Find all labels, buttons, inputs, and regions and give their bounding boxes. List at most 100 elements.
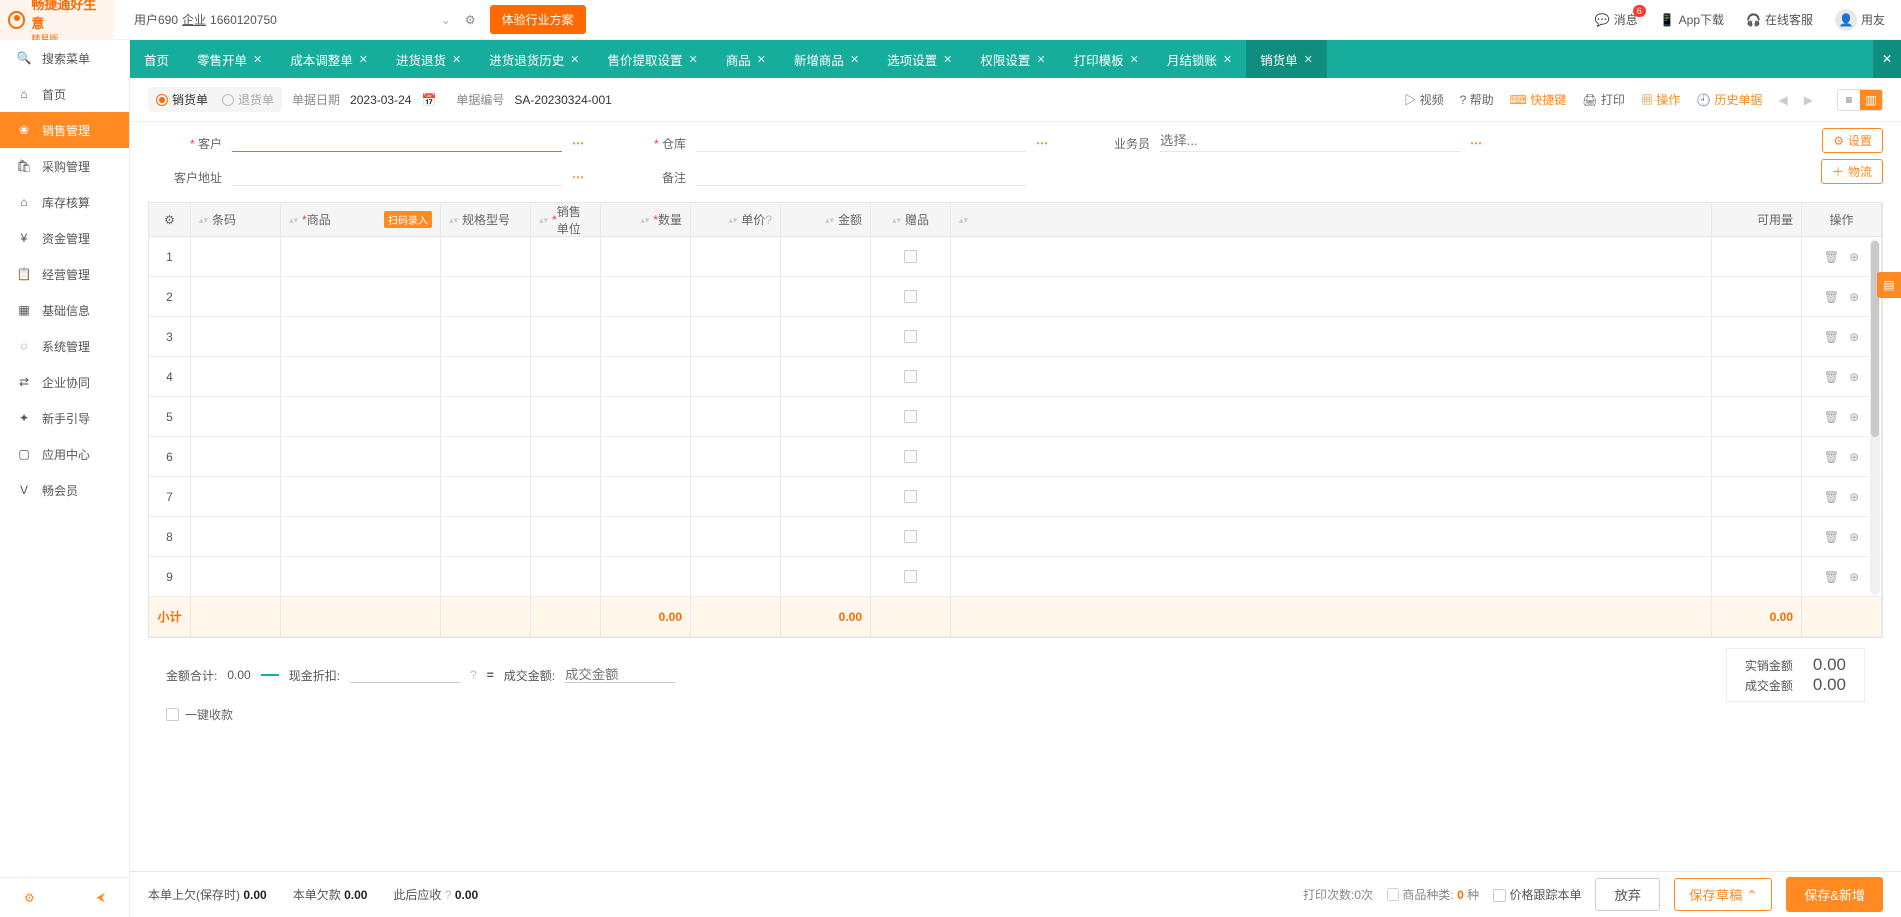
delete-icon[interactable]: 🗑 — [1824, 530, 1839, 544]
cell-amount[interactable] — [781, 317, 871, 356]
scan-tag[interactable]: 扫码录入 — [384, 211, 432, 228]
radio-sale[interactable]: 销货单 — [156, 91, 208, 108]
customer-input[interactable] — [232, 130, 562, 152]
side-float-button[interactable]: ▤ — [1877, 272, 1901, 298]
cell-amount[interactable] — [781, 517, 871, 556]
cell-unit[interactable] — [531, 317, 601, 356]
cell-spec[interactable] — [441, 437, 531, 476]
card-view-icon[interactable]: ▥ — [1860, 90, 1882, 110]
close-icon[interactable]: ✕ — [452, 53, 461, 66]
th-qty[interactable]: ▴▾*数量 — [601, 203, 691, 236]
tab-options[interactable]: 选项设置✕ — [873, 40, 966, 78]
cell-unit[interactable] — [531, 477, 601, 516]
copy-icon[interactable]: ⊕ — [1849, 490, 1859, 504]
cell-qty[interactable] — [601, 477, 691, 516]
cell-amount[interactable] — [781, 437, 871, 476]
help-link[interactable]: ? 帮助 — [1460, 91, 1494, 108]
cell-amount[interactable] — [781, 277, 871, 316]
copy-icon[interactable]: ⊕ — [1849, 570, 1859, 584]
th-available[interactable]: 可用量 — [1712, 203, 1802, 236]
cell-gift[interactable] — [871, 277, 951, 316]
tab-print-template[interactable]: 打印模板✕ — [1060, 40, 1153, 78]
cell-qty[interactable] — [601, 517, 691, 556]
table-row[interactable]: 3🗑⊕ — [149, 317, 1882, 357]
cell-gift[interactable] — [871, 437, 951, 476]
tab-goods[interactable]: 商品✕ — [712, 40, 780, 78]
cell-barcode[interactable] — [191, 517, 281, 556]
th-config[interactable]: ⚙ — [149, 203, 191, 236]
cell-price[interactable] — [691, 437, 781, 476]
cell-gift[interactable] — [871, 317, 951, 356]
user-menu[interactable]: 👤用友 — [1835, 9, 1885, 31]
app-download-link[interactable]: 📱App下载 — [1660, 11, 1724, 28]
sidebar-item-sales[interactable]: ❀销售管理 — [0, 112, 129, 148]
cell-price[interactable] — [691, 277, 781, 316]
help-icon[interactable]: ? — [445, 888, 452, 902]
cell-amount[interactable] — [781, 557, 871, 596]
sidebar-item-finance[interactable]: ¥资金管理 — [0, 220, 129, 256]
cell-price[interactable] — [691, 357, 781, 396]
cell-gift[interactable] — [871, 397, 951, 436]
th-amount[interactable]: ▴▾金额 — [781, 203, 871, 236]
cell-qty[interactable] — [601, 357, 691, 396]
tab-retail[interactable]: 零售开单✕ — [183, 40, 276, 78]
th-product[interactable]: ▴▾*商品扫码录入 — [281, 203, 441, 236]
cell-product[interactable] — [281, 437, 441, 476]
cell-price[interactable] — [691, 557, 781, 596]
tenant-selector[interactable]: 用户690企业1660120750 ⌄ — [134, 11, 451, 28]
sidebar-item-collab[interactable]: ⇄企业协同 — [0, 364, 129, 400]
cell-gift[interactable] — [871, 557, 951, 596]
tab-purchase-return-history[interactable]: 进货退货历史✕ — [475, 40, 593, 78]
cell-spec[interactable] — [441, 317, 531, 356]
close-all-tabs[interactable]: ✕ — [1873, 40, 1901, 78]
more-icon[interactable]: ⋯ — [1470, 136, 1480, 152]
cell-spec[interactable] — [441, 357, 531, 396]
cell-unit[interactable] — [531, 357, 601, 396]
cell-barcode[interactable] — [191, 397, 281, 436]
cell-product[interactable] — [281, 317, 441, 356]
cell-qty[interactable] — [601, 397, 691, 436]
delete-icon[interactable]: 🗑 — [1824, 490, 1839, 504]
collapse-icon[interactable]: ⮜ — [96, 890, 105, 905]
cell-barcode[interactable] — [191, 437, 281, 476]
copy-icon[interactable]: ⊕ — [1849, 450, 1859, 464]
gift-checkbox[interactable] — [904, 450, 917, 463]
cell-product[interactable] — [281, 517, 441, 556]
cell-qty[interactable] — [601, 317, 691, 356]
sidebar-item-biz[interactable]: 📋经营管理 — [0, 256, 129, 292]
copy-icon[interactable]: ⊕ — [1849, 250, 1859, 264]
close-icon[interactable]: ✕ — [1223, 53, 1232, 66]
cell-unit[interactable] — [531, 557, 601, 596]
close-icon[interactable]: ✕ — [1036, 53, 1045, 66]
next-doc-icon[interactable]: ▶ — [1804, 93, 1813, 107]
onekey-checkbox[interactable] — [166, 708, 179, 721]
sidebar-item-basedata[interactable]: ▦基础信息 — [0, 292, 129, 328]
hotkey-link[interactable]: ⌨ 快捷键 — [1510, 91, 1567, 108]
delete-icon[interactable]: 🗑 — [1824, 370, 1839, 384]
cell-gift[interactable] — [871, 477, 951, 516]
close-icon[interactable]: ✕ — [359, 53, 368, 66]
sidebar-item-home[interactable]: ⌂首页 — [0, 76, 129, 112]
tab-price-extract[interactable]: 售价提取设置✕ — [593, 40, 711, 78]
copy-icon[interactable]: ⊕ — [1849, 370, 1859, 384]
salesperson-input[interactable] — [1160, 130, 1460, 152]
cell-qty[interactable] — [601, 557, 691, 596]
cell-spec[interactable] — [441, 277, 531, 316]
sidebar-item-vip[interactable]: V畅会员 — [0, 472, 129, 508]
address-input[interactable] — [232, 164, 562, 186]
table-row[interactable]: 6🗑⊕ — [149, 437, 1882, 477]
cell-unit[interactable] — [531, 277, 601, 316]
cell-product[interactable] — [281, 277, 441, 316]
cell-price[interactable] — [691, 237, 781, 276]
cell-unit[interactable] — [531, 397, 601, 436]
cell-unit[interactable] — [531, 437, 601, 476]
list-view-icon[interactable]: ≡ — [1838, 90, 1860, 110]
more-icon[interactable]: ⋯ — [572, 170, 582, 186]
delete-icon[interactable]: 🗑 — [1824, 570, 1839, 584]
table-row[interactable]: 9🗑⊕ — [149, 557, 1882, 597]
discard-button[interactable]: 放弃 — [1595, 878, 1660, 911]
ops-link[interactable]: ▦ 操作 — [1641, 91, 1680, 108]
logistics-button[interactable]: ＋ 物流 — [1821, 159, 1883, 184]
cell-barcode[interactable] — [191, 477, 281, 516]
support-link[interactable]: 🎧在线客服 — [1746, 11, 1813, 28]
